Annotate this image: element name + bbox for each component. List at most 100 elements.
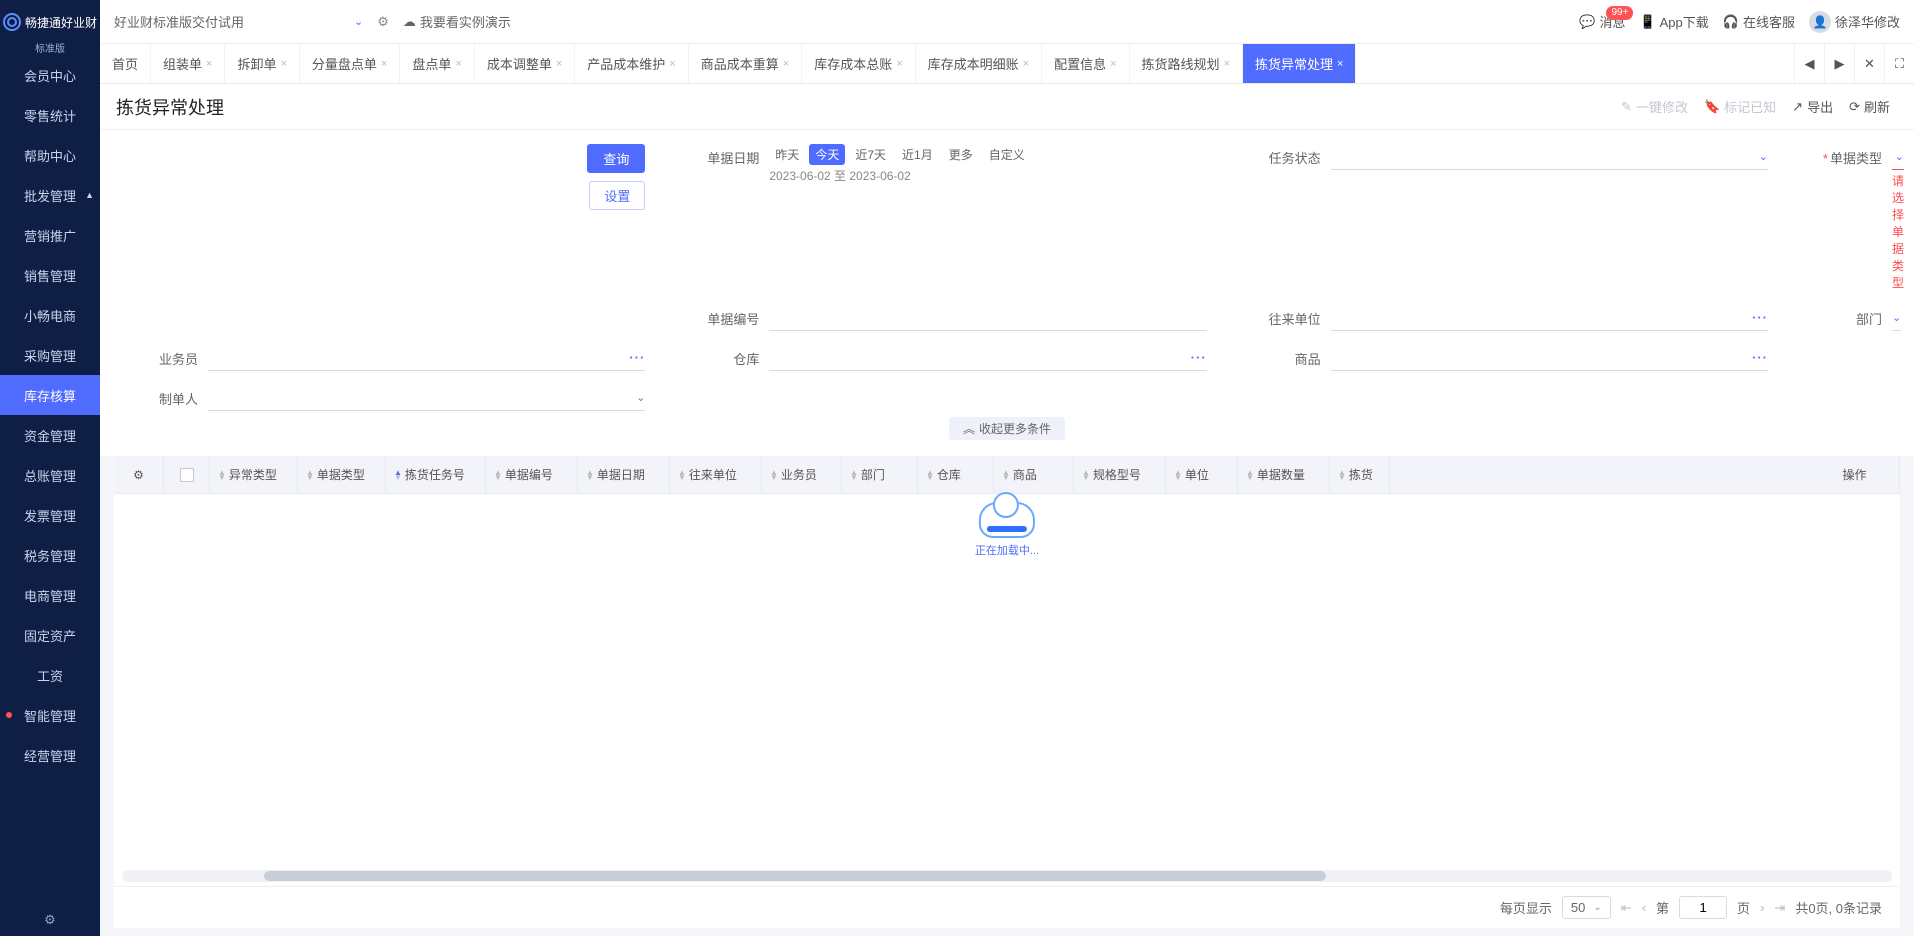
per-page-select[interactable]: 50 ⌄ <box>1562 896 1611 919</box>
tab[interactable]: 配置信息× <box>1042 44 1129 83</box>
column-header[interactable]: ▲▼异常类型 <box>210 456 298 493</box>
horizontal-scrollbar[interactable] <box>122 870 1892 882</box>
select-all[interactable] <box>164 456 210 493</box>
prev-page-button[interactable]: ‹ <box>1642 900 1646 915</box>
column-header[interactable]: ▲▼业务员 <box>762 456 842 493</box>
sidebar-item-smart[interactable]: 智能管理 <box>0 695 100 735</box>
tabs-scroll-right[interactable]: ▶ <box>1824 44 1854 83</box>
column-header[interactable]: ▲▼往来单位 <box>670 456 762 493</box>
close-icon[interactable]: × <box>1023 58 1029 70</box>
date-chip[interactable]: 昨天 <box>769 144 805 165</box>
chevron-down-icon: ⌄ <box>354 15 363 28</box>
tab[interactable]: 产品成本维护× <box>575 44 688 83</box>
tab[interactable]: 商品成本重算× <box>689 44 802 83</box>
close-icon[interactable]: × <box>280 58 286 70</box>
column-header[interactable]: ▲▼单据数量 <box>1238 456 1330 493</box>
collapse-filters-button[interactable]: ︽ 收起更多条件 <box>949 417 1065 440</box>
tab[interactable]: 组装单× <box>151 44 225 83</box>
sidebar-item-inventory[interactable]: 库存核算 <box>0 375 100 415</box>
close-icon[interactable]: × <box>896 58 902 70</box>
settings-icon[interactable]: ⚙ <box>377 14 389 30</box>
dept-select[interactable]: ⌄ <box>1892 305 1901 331</box>
doc-type-select[interactable]: ⌄ <box>1892 144 1904 170</box>
column-header[interactable]: ▲▼单据编号 <box>486 456 578 493</box>
column-header[interactable]: ▲▼仓库 <box>918 456 994 493</box>
warehouse-picker[interactable]: ··· <box>769 345 1206 371</box>
sidebar-item-fund[interactable]: 资金管理 <box>0 415 100 455</box>
first-page-button[interactable]: ⇤ <box>1621 900 1632 916</box>
sidebar-item-ecom[interactable]: 小畅电商 <box>0 295 100 335</box>
sidebar-item-member[interactable]: 会员中心 <box>0 55 100 95</box>
column-header[interactable]: ▲▼拣货任务号 <box>386 456 486 493</box>
fullscreen-icon[interactable]: ⛶ <box>1884 44 1914 83</box>
sidebar-item-help[interactable]: 帮助中心 <box>0 135 100 175</box>
tab[interactable]: 成本调整单× <box>475 44 575 83</box>
sidebar-item-invoice[interactable]: 发票管理 <box>0 495 100 535</box>
close-icon[interactable]: × <box>1224 58 1230 70</box>
tab[interactable]: 分量盘点单× <box>300 44 400 83</box>
sidebar-item-asset[interactable]: 固定资产 <box>0 615 100 655</box>
sidebar-item-gl[interactable]: 总账管理 <box>0 455 100 495</box>
column-header[interactable]: ▲▼部门 <box>842 456 918 493</box>
table-settings[interactable]: ⚙ <box>114 456 164 493</box>
sidebar-item-marketing[interactable]: 营销推广 <box>0 215 100 255</box>
date-chip[interactable]: 近1月 <box>896 144 939 165</box>
sidebar-settings[interactable]: ⚙ <box>0 904 100 936</box>
tabs-close-all[interactable]: ✕ <box>1854 44 1884 83</box>
sidebar-item-retail[interactable]: 零售统计 <box>0 95 100 135</box>
page-input[interactable] <box>1679 896 1727 919</box>
column-header[interactable]: ▲▼拣货 <box>1330 456 1390 493</box>
messages-link[interactable]: 💬 消息 99+ <box>1579 12 1625 31</box>
close-icon[interactable]: × <box>206 58 212 70</box>
tab[interactable]: 拆卸单× <box>225 44 299 83</box>
sidebar-item-salary[interactable]: 工资 <box>0 655 100 695</box>
sidebar-item-purchase[interactable]: 采购管理 <box>0 335 100 375</box>
product-selector[interactable]: 好业财标准版交付试用 ⌄ <box>114 12 363 31</box>
sidebar-item-ops[interactable]: 经营管理 <box>0 735 100 775</box>
column-header[interactable]: ▲▼单据日期 <box>578 456 670 493</box>
tab[interactable]: 拣货路线规划× <box>1130 44 1243 83</box>
close-icon[interactable]: × <box>1110 58 1116 70</box>
task-status-select[interactable]: ⌄ <box>1331 144 1768 170</box>
app-download-link[interactable]: 📱 App下载 <box>1639 12 1708 31</box>
settings-button[interactable]: 设置 <box>589 181 645 210</box>
tabs-scroll-left[interactable]: ◀ <box>1794 44 1824 83</box>
date-chip[interactable]: 近7天 <box>849 144 892 165</box>
column-header[interactable]: ▲▼单据类型 <box>298 456 386 493</box>
sales-picker[interactable]: ··· <box>208 345 645 371</box>
refresh-button[interactable]: ⟳ 刷新 <box>1841 93 1898 120</box>
user-menu[interactable]: 👤 徐泽华修改 <box>1809 11 1900 33</box>
tab[interactable]: 库存成本明细账× <box>916 44 1042 83</box>
last-page-button[interactable]: ⇥ <box>1774 900 1785 916</box>
column-header[interactable]: ▲▼商品 <box>994 456 1074 493</box>
tab[interactable]: 库存成本总账× <box>802 44 915 83</box>
sidebar-item-tax[interactable]: 税务管理 <box>0 535 100 575</box>
query-button[interactable]: 查询 <box>587 144 645 173</box>
column-header[interactable]: ▲▼单位 <box>1166 456 1238 493</box>
sidebar-item-eshop[interactable]: 电商管理 <box>0 575 100 615</box>
tab[interactable]: 盘点单× <box>400 44 474 83</box>
tab[interactable]: 拣货异常处理× <box>1243 44 1356 83</box>
close-icon[interactable]: × <box>556 58 562 70</box>
close-icon[interactable]: × <box>669 58 675 70</box>
online-service-link[interactable]: 🎧 在线客服 <box>1723 12 1795 31</box>
date-chip[interactable]: 更多 <box>943 144 979 165</box>
doc-no-input[interactable] <box>769 305 1206 331</box>
export-button[interactable]: ↗ 导出 <box>1784 93 1841 120</box>
close-icon[interactable]: × <box>783 58 789 70</box>
sidebar-item-wholesale[interactable]: 批发管理▲ <box>0 175 100 215</box>
creator-select[interactable]: ⌄ <box>208 385 645 411</box>
date-chip[interactable]: 自定义 <box>983 144 1031 165</box>
close-icon[interactable]: × <box>455 58 461 70</box>
date-chip[interactable]: 今天 <box>809 144 845 165</box>
next-page-button[interactable]: › <box>1760 900 1764 915</box>
sidebar-item-sales[interactable]: 销售管理 <box>0 255 100 295</box>
demo-link[interactable]: ☁ 我要看实例演示 <box>403 12 511 31</box>
product-picker[interactable]: ··· <box>1331 345 1768 371</box>
close-icon[interactable]: × <box>381 58 387 70</box>
column-header[interactable]: ▲▼规格型号 <box>1074 456 1166 493</box>
scrollbar-thumb[interactable] <box>264 871 1326 881</box>
tab[interactable]: 首页 <box>100 44 151 83</box>
partner-picker[interactable]: ··· <box>1331 305 1768 331</box>
close-icon[interactable]: × <box>1337 58 1343 70</box>
